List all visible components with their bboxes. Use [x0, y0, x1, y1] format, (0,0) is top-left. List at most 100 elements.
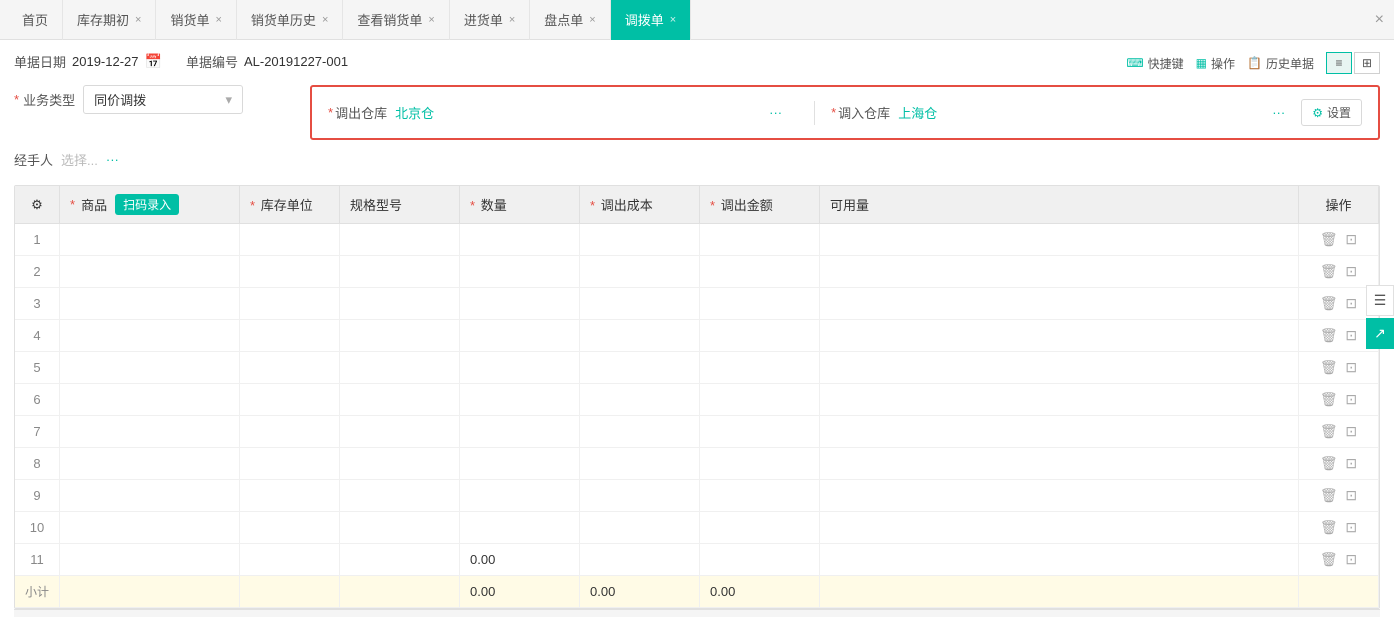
warehouse-box: * 调出仓库 北京仓 ··· * 调入仓库 上海仓 ··· ⚙ 设置 [310, 85, 1380, 140]
row-cost [580, 480, 700, 512]
calendar-icon[interactable]: 📅 [145, 53, 162, 70]
delete-subtotal-button[interactable]: 🗑 [1320, 551, 1338, 568]
row-goods[interactable] [60, 320, 240, 352]
transfer-out-value[interactable]: 北京仓 [395, 103, 769, 122]
delete-row-button[interactable]: 🗑 [1320, 231, 1338, 248]
row-qty [460, 384, 580, 416]
row-cost [580, 288, 700, 320]
transfer-in-req-star: * [831, 105, 836, 120]
grid-view-button[interactable]: ⊞ [1354, 52, 1380, 74]
tab-close-view-sales[interactable]: × [428, 14, 434, 26]
person-select[interactable]: 选择... [61, 150, 98, 169]
transfer-in-more-button[interactable]: ··· [1272, 105, 1285, 120]
summary-available [820, 576, 1299, 608]
row-number: 8 [15, 448, 60, 480]
delete-row-button[interactable]: 🗑 [1320, 455, 1338, 472]
transfer-out-more-button[interactable]: ··· [769, 105, 782, 120]
row-goods[interactable] [60, 352, 240, 384]
row-spec [340, 416, 460, 448]
row-unit [240, 288, 340, 320]
copy-row-button[interactable]: ⊡ [1345, 359, 1357, 376]
copy-row-button[interactable]: ⊡ [1345, 423, 1357, 440]
copy-row-button[interactable]: ⊡ [1345, 519, 1357, 536]
transfer-in-group: * 调入仓库 上海仓 ··· [831, 103, 1301, 122]
delete-row-button[interactable]: 🗑 [1320, 391, 1338, 408]
business-type-value: 同价调拨 [94, 90, 146, 109]
row-unit [240, 320, 340, 352]
business-type-select[interactable]: 同价调拨 ▾ [83, 85, 243, 114]
row-available [820, 448, 1299, 480]
shortcuts-button[interactable]: ⌨ 快捷键 [1126, 55, 1183, 72]
copy-row-button[interactable]: ⊡ [1345, 263, 1357, 280]
tab-inventory-init[interactable]: 库存期初 × [63, 0, 156, 40]
tab-close-sales-history[interactable]: × [322, 14, 328, 26]
copy-subtotal-button[interactable]: ⊡ [1345, 551, 1357, 568]
settings-button[interactable]: ⚙ 设置 [1301, 99, 1362, 126]
copy-row-button[interactable]: ⊡ [1345, 391, 1357, 408]
row-goods[interactable] [60, 384, 240, 416]
tab-transfer-order[interactable]: 调拨单 × [611, 0, 691, 40]
tab-view-sales[interactable]: 查看销货单 × [343, 0, 449, 40]
table-row: 3 🗑 ⊡ [15, 288, 1379, 320]
delete-row-button[interactable]: 🗑 [1320, 295, 1338, 312]
copy-row-button[interactable]: ⊡ [1345, 295, 1357, 312]
copy-row-button[interactable]: ⊡ [1345, 455, 1357, 472]
row-goods[interactable] [60, 448, 240, 480]
table-row: 7 🗑 ⊡ [15, 416, 1379, 448]
tab-bar: 首页 库存期初 × 销货单 × 销货单历史 × 查看销货单 × 进货单 × 盘点… [0, 0, 1394, 40]
tab-inventory-check[interactable]: 盘点单 × [530, 0, 610, 40]
tab-sales-order[interactable]: 销货单 × [156, 0, 236, 40]
row-goods[interactable] [60, 416, 240, 448]
row-qty [460, 288, 580, 320]
transfer-in-value[interactable]: 上海仓 [898, 103, 1272, 122]
operations-button[interactable]: ▦ 操作 [1196, 55, 1235, 72]
window-close-button[interactable]: × [1375, 11, 1384, 29]
row-goods[interactable] [60, 512, 240, 544]
table-row: 10 🗑 ⊡ [15, 512, 1379, 544]
table-settings-icon[interactable]: ⚙ [31, 197, 43, 212]
table-container: ⚙ * 商品 扫码录入 * 库存单位 [14, 185, 1380, 617]
copy-row-button[interactable]: ⊡ [1345, 487, 1357, 504]
row-amount [700, 384, 820, 416]
tab-purchase-order[interactable]: 进货单 × [450, 0, 530, 40]
delete-row-button[interactable]: 🗑 [1320, 487, 1338, 504]
copy-row-button[interactable]: ⊡ [1345, 231, 1357, 248]
row-goods[interactable] [60, 224, 240, 256]
delete-row-button[interactable]: 🗑 [1320, 327, 1338, 344]
tab-home[interactable]: 首页 [8, 0, 63, 40]
delete-row-button[interactable]: 🗑 [1320, 423, 1338, 440]
row-goods[interactable] [60, 288, 240, 320]
list-view-button[interactable]: ≡ [1326, 52, 1352, 74]
tab-close-purchase-order[interactable]: × [509, 14, 515, 26]
row-goods[interactable] [60, 256, 240, 288]
row-amount [700, 224, 820, 256]
row-number: 4 [15, 320, 60, 352]
tab-close-inventory-init[interactable]: × [135, 14, 141, 26]
tab-close-inventory-check[interactable]: × [589, 14, 595, 26]
person-more-button[interactable]: ··· [106, 152, 119, 167]
summary-row: 小计 0.00 0.00 0.00 [15, 576, 1379, 608]
delete-row-button[interactable]: 🗑 [1320, 359, 1338, 376]
tab-close-sales-order[interactable]: × [215, 14, 221, 26]
row-qty [460, 320, 580, 352]
scan-entry-button[interactable]: 扫码录入 [115, 194, 179, 215]
tab-sales-history[interactable]: 销货单历史 × [237, 0, 343, 40]
delete-row-button[interactable]: 🗑 [1320, 263, 1338, 280]
copy-row-button[interactable]: ⊡ [1345, 327, 1357, 344]
summary-amount: 0.00 [700, 576, 820, 608]
tab-close-transfer-order[interactable]: × [670, 14, 676, 26]
header-row: 单据日期 2019-12-27 📅 单据编号 AL-20191227-001 ⌨… [14, 52, 1380, 71]
row-spec [340, 512, 460, 544]
th-settings[interactable]: ⚙ [15, 186, 60, 224]
row-amount [700, 288, 820, 320]
form-section: * 业务类型 同价调拨 ▾ * 调出仓库 北京仓 ··· * 调入仓库 上海仓 [14, 85, 1380, 140]
row-unit [240, 352, 340, 384]
row-spec [340, 480, 460, 512]
history-button[interactable]: 📋 历史单据 [1247, 55, 1314, 72]
float-list-button[interactable]: ☰ [1366, 285, 1394, 316]
row-goods[interactable] [60, 480, 240, 512]
float-export-button[interactable]: ↗ [1366, 318, 1394, 349]
row-spec [340, 320, 460, 352]
delete-row-button[interactable]: 🗑 [1320, 519, 1338, 536]
row-spec [340, 288, 460, 320]
